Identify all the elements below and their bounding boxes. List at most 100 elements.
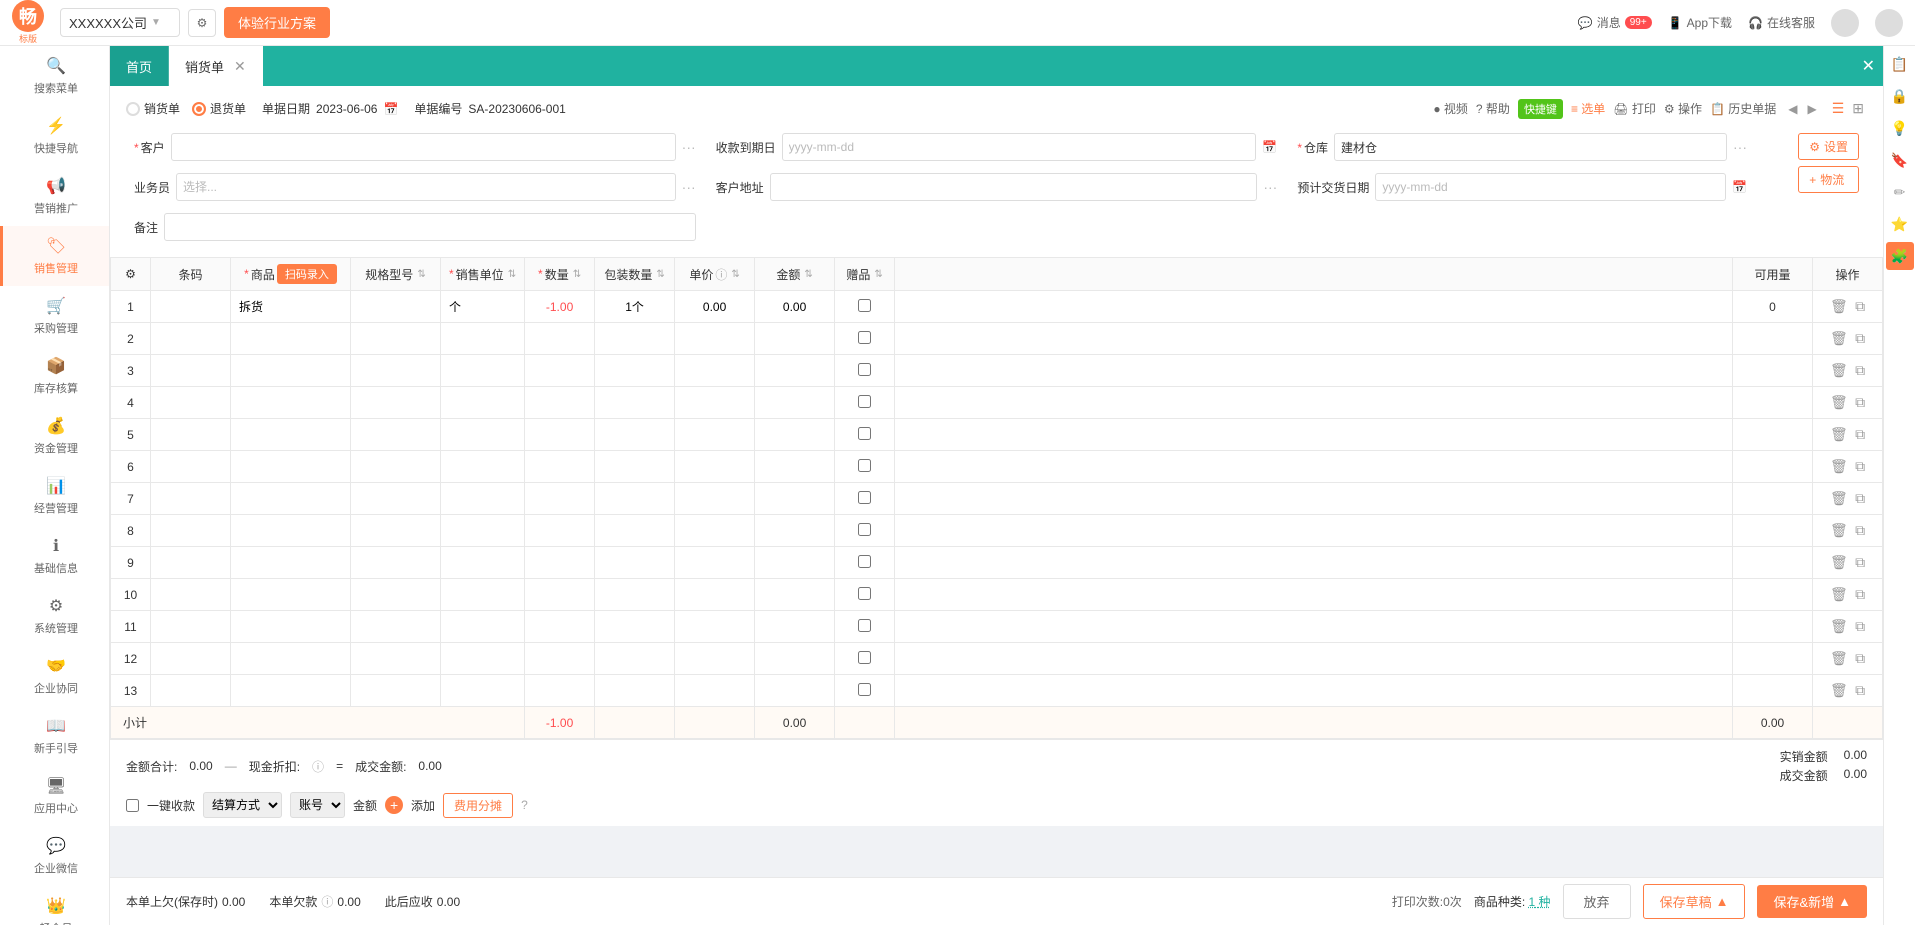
row-delete-btn-5[interactable]: 🗑	[1828, 424, 1850, 445]
row-unit-2[interactable]	[441, 323, 525, 355]
row-delete-btn-4[interactable]: 🗑	[1828, 392, 1850, 413]
customer-input[interactable]	[171, 133, 676, 161]
trial-button[interactable]: 体验行业方案	[224, 7, 330, 38]
row-unit-10[interactable]	[441, 579, 525, 611]
row-spec-12[interactable]	[351, 643, 441, 675]
right-panel-puzzle[interactable]: 🧩	[1886, 242, 1914, 270]
right-panel-bookmark[interactable]: 🔖	[1886, 146, 1914, 174]
sort-pack-icon[interactable]: ⇅	[656, 269, 664, 280]
row-delete-btn-12[interactable]: 🗑	[1828, 648, 1850, 669]
row-price-1[interactable]	[675, 291, 755, 323]
row-amount-8[interactable]	[755, 515, 835, 547]
row-gift-13[interactable]	[835, 675, 895, 707]
right-panel-bulb[interactable]: 💡	[1886, 114, 1914, 142]
row-price-11[interactable]	[675, 611, 755, 643]
nav-prev-icon[interactable]: ◀	[1784, 100, 1801, 118]
row-barcode-13[interactable]	[151, 675, 231, 707]
row-price-3[interactable]	[675, 355, 755, 387]
view-grid-btn[interactable]: ⊞	[1849, 98, 1867, 119]
row-pack-7[interactable]	[595, 483, 675, 515]
row-pack-5[interactable]	[595, 419, 675, 451]
row-gift-6[interactable]	[835, 451, 895, 483]
row-remark-11[interactable]	[895, 611, 1733, 643]
row-copy-btn-8[interactable]: ⧉	[1853, 520, 1867, 541]
row-remark-2[interactable]	[895, 323, 1733, 355]
row-pack-3[interactable]	[595, 355, 675, 387]
row-amount-6[interactable]	[755, 451, 835, 483]
cash-discount-info[interactable]: ⓘ	[312, 758, 324, 775]
sidebar-item-guide[interactable]: 📖 新手引导	[0, 706, 109, 766]
row-spec-1[interactable]	[351, 291, 441, 323]
row-product-12[interactable]	[231, 643, 351, 675]
row-price-8[interactable]	[675, 515, 755, 547]
nav-next-icon[interactable]: ▶	[1803, 100, 1820, 118]
row-gift-2[interactable]	[835, 323, 895, 355]
row-qty-13[interactable]	[525, 675, 595, 707]
row-copy-btn-12[interactable]: ⧉	[1853, 648, 1867, 669]
sidebar-item-vip[interactable]: 👑 畅会员	[0, 886, 109, 925]
row-copy-btn-9[interactable]: ⧉	[1853, 552, 1867, 573]
warehouse-input[interactable]	[1334, 133, 1727, 161]
sort-price-icon[interactable]: ⇅	[731, 269, 739, 280]
row-delete-btn-2[interactable]: 🗑	[1828, 328, 1850, 349]
row-remark-4[interactable]	[895, 387, 1733, 419]
tab-close-icon[interactable]: ✕	[234, 58, 246, 75]
gear-button[interactable]: ⚙	[188, 9, 216, 37]
row-spec-8[interactable]	[351, 515, 441, 547]
row-qty-7[interactable]	[525, 483, 595, 515]
row-remark-6[interactable]	[895, 451, 1733, 483]
row-barcode-5[interactable]	[151, 419, 231, 451]
row-spec-6[interactable]	[351, 451, 441, 483]
row-delete-btn-1[interactable]: 🗑	[1828, 296, 1850, 317]
help-icon[interactable]: ?	[521, 798, 528, 812]
row-qty-11[interactable]	[525, 611, 595, 643]
right-panel-clipboard[interactable]: 📋	[1886, 50, 1914, 78]
row-amount-13[interactable]	[755, 675, 835, 707]
row-gift-4[interactable]	[835, 387, 895, 419]
row-unit-3[interactable]	[441, 355, 525, 387]
row-gift-3[interactable]	[835, 355, 895, 387]
scan-button[interactable]: 扫码录入	[277, 264, 337, 284]
row-qty-12[interactable]	[525, 643, 595, 675]
customer-address-input[interactable]	[770, 173, 1258, 201]
warehouse-more-icon[interactable]: ···	[1733, 139, 1747, 155]
row-unit-7[interactable]	[441, 483, 525, 515]
sidebar-item-sales[interactable]: 🏷 销售管理	[0, 226, 109, 286]
row-pack-2[interactable]	[595, 323, 675, 355]
row-spec-9[interactable]	[351, 547, 441, 579]
settings-button[interactable]: ⚙ 设置	[1798, 133, 1859, 160]
row-barcode-6[interactable]	[151, 451, 231, 483]
message-button[interactable]: 💬 消息 99+	[1578, 14, 1652, 31]
row-gift-10[interactable]	[835, 579, 895, 611]
add-payment-button[interactable]: +	[385, 796, 403, 814]
sidebar-item-apps[interactable]: 🖥 应用中心	[0, 766, 109, 826]
toolbar-operation[interactable]: ⚙ 操作	[1664, 100, 1702, 117]
logistics-button[interactable]: + 物流	[1798, 166, 1859, 193]
row-remark-5[interactable]	[895, 419, 1733, 451]
row-gift-5[interactable]	[835, 419, 895, 451]
sidebar-item-quick-nav[interactable]: ⚡ 快捷导航	[0, 106, 109, 166]
row-copy-btn-7[interactable]: ⧉	[1853, 488, 1867, 509]
row-barcode-10[interactable]	[151, 579, 231, 611]
row-amount-3[interactable]	[755, 355, 835, 387]
row-spec-13[interactable]	[351, 675, 441, 707]
row-price-4[interactable]	[675, 387, 755, 419]
sort-spec-icon[interactable]: ⇅	[417, 269, 425, 280]
sidebar-item-inventory[interactable]: 📦 库存核算	[0, 346, 109, 406]
row-price-9[interactable]	[675, 547, 755, 579]
row-product-8[interactable]	[231, 515, 351, 547]
row-delete-btn-13[interactable]: 🗑	[1828, 680, 1850, 701]
sidebar-item-marketing[interactable]: 📢 营销推广	[0, 166, 109, 226]
total-debt-info[interactable]: ⓘ	[321, 893, 333, 910]
row-qty-8[interactable]	[525, 515, 595, 547]
sidebar-item-enterprise[interactable]: 🤝 企业协同	[0, 646, 109, 706]
row-qty-1[interactable]	[525, 291, 595, 323]
row-barcode-7[interactable]	[151, 483, 231, 515]
row-spec-10[interactable]	[351, 579, 441, 611]
row-pack-4[interactable]	[595, 387, 675, 419]
row-product-13[interactable]	[231, 675, 351, 707]
row-product-5[interactable]	[231, 419, 351, 451]
address-more-icon[interactable]: ···	[1263, 179, 1277, 195]
row-price-5[interactable]	[675, 419, 755, 451]
row-remark-13[interactable]	[895, 675, 1733, 707]
